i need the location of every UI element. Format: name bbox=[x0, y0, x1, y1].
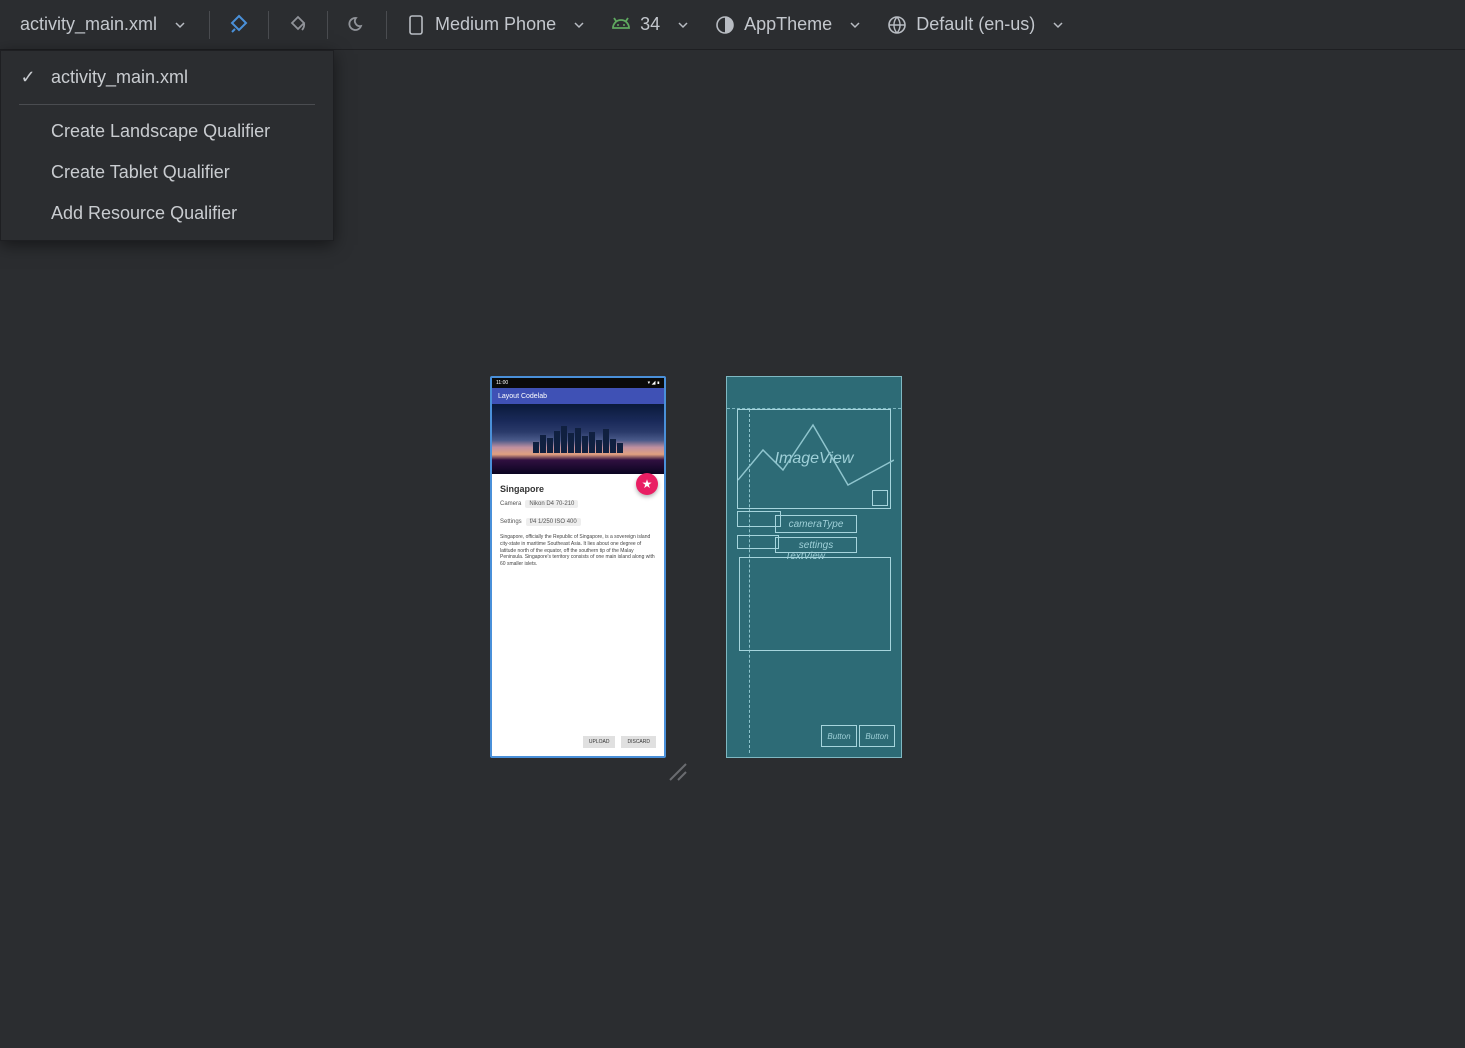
api-dropdown[interactable]: 34 bbox=[602, 10, 702, 40]
locale-dropdown[interactable]: Default (en-us) bbox=[878, 10, 1077, 40]
hero-image bbox=[492, 404, 664, 474]
skyline bbox=[492, 425, 664, 453]
blueprint-button2-label: Button bbox=[865, 732, 888, 741]
orientation-button[interactable] bbox=[279, 10, 317, 40]
blueprint-fab-outline bbox=[872, 490, 888, 506]
blueprint-camera-type[interactable]: cameraType bbox=[775, 515, 857, 533]
statusbar-time: 11:00 bbox=[496, 380, 508, 386]
statusbar: 11:00 ▾ ◢ ∎ bbox=[492, 378, 664, 388]
blueprint-button1-label: Button bbox=[827, 732, 850, 741]
chevron-down-icon bbox=[568, 14, 590, 36]
file-dropdown-menu: ✓ activity_main.xml Create Landscape Qua… bbox=[0, 50, 334, 241]
appbar-title: Layout Codelab bbox=[498, 393, 547, 400]
chevron-down-icon bbox=[672, 14, 694, 36]
meta-camera: Camera Nikon D4 70-210 bbox=[492, 498, 664, 510]
menu-item-landscape[interactable]: Create Landscape Qualifier bbox=[1, 111, 333, 152]
chevron-down-icon bbox=[169, 14, 191, 36]
star-icon: ★ bbox=[642, 477, 653, 491]
locale-label: Default (en-us) bbox=[916, 14, 1035, 35]
statusbar-icons: ▾ ◢ ∎ bbox=[648, 380, 660, 386]
meta-camera-label: Camera bbox=[500, 501, 521, 507]
meta-settings-value: f/4 1/250 ISO 400 bbox=[526, 518, 581, 526]
night-mode-button[interactable] bbox=[338, 10, 376, 40]
menu-item-label: Create Tablet Qualifier bbox=[51, 162, 230, 183]
blueprint-chip-settings-label[interactable] bbox=[737, 535, 779, 549]
blueprint-topbar bbox=[727, 377, 901, 409]
divider bbox=[209, 11, 210, 39]
blueprint-camera-label: cameraType bbox=[789, 519, 844, 530]
menu-item-resource[interactable]: Add Resource Qualifier bbox=[1, 193, 333, 234]
blueprint-preview[interactable]: ImageView cameraType settings TextView B… bbox=[726, 376, 902, 758]
divider bbox=[327, 11, 328, 39]
theme-label: AppTheme bbox=[744, 14, 832, 35]
menu-item-label: activity_main.xml bbox=[51, 67, 188, 88]
menu-item-tablet[interactable]: Create Tablet Qualifier bbox=[1, 152, 333, 193]
rotate-icon bbox=[287, 14, 309, 36]
design-icon bbox=[228, 14, 250, 36]
file-dropdown[interactable]: activity_main.xml bbox=[12, 10, 199, 40]
divider bbox=[386, 11, 387, 39]
meta-settings: Settings f/4 1/250 ISO 400 bbox=[492, 516, 664, 528]
file-label: activity_main.xml bbox=[20, 14, 157, 35]
menu-item-activity-main[interactable]: ✓ activity_main.xml bbox=[1, 57, 333, 98]
globe-icon bbox=[886, 14, 908, 36]
device-dropdown[interactable]: Medium Phone bbox=[397, 10, 598, 40]
check-icon: ✓ bbox=[19, 67, 37, 88]
api-label: 34 bbox=[640, 14, 660, 35]
blueprint-button-2[interactable]: Button bbox=[859, 725, 895, 747]
menu-item-label: Create Landscape Qualifier bbox=[51, 121, 270, 142]
description-text: Singapore, officially the Republic of Si… bbox=[492, 528, 664, 574]
design-preview[interactable]: 11:00 ▾ ◢ ∎ Layout Codelab ★ Singapore C… bbox=[490, 376, 666, 758]
meta-settings-label: Settings bbox=[500, 519, 522, 525]
theme-dropdown[interactable]: AppTheme bbox=[706, 10, 874, 40]
fab-favorite[interactable]: ★ bbox=[636, 473, 658, 495]
divider bbox=[268, 11, 269, 39]
toolbar: activity_main.xml Medium Phone bbox=[0, 0, 1465, 50]
blueprint-textview[interactable] bbox=[739, 557, 891, 651]
blueprint-settings-label: settings bbox=[799, 540, 833, 551]
theme-icon bbox=[714, 14, 736, 36]
device-label: Medium Phone bbox=[435, 14, 556, 35]
menu-separator bbox=[19, 104, 315, 105]
chevron-down-icon bbox=[844, 14, 866, 36]
chevron-down-icon bbox=[1047, 14, 1069, 36]
android-icon bbox=[610, 14, 632, 36]
upload-button[interactable]: UPLOAD bbox=[583, 736, 616, 748]
meta-camera-value: Nikon D4 70-210 bbox=[525, 500, 578, 508]
resize-handle[interactable] bbox=[664, 758, 690, 784]
discard-button[interactable]: DISCARD bbox=[621, 736, 656, 748]
blueprint-imageview[interactable]: ImageView bbox=[737, 409, 891, 509]
menu-item-label: Add Resource Qualifier bbox=[51, 203, 237, 224]
button-row: UPLOAD DISCARD bbox=[583, 736, 656, 748]
appbar: Layout Codelab bbox=[492, 388, 664, 404]
design-mode-button[interactable] bbox=[220, 10, 258, 40]
phone-icon bbox=[405, 14, 427, 36]
blueprint-button-1[interactable]: Button bbox=[821, 725, 857, 747]
moon-icon bbox=[346, 14, 368, 36]
